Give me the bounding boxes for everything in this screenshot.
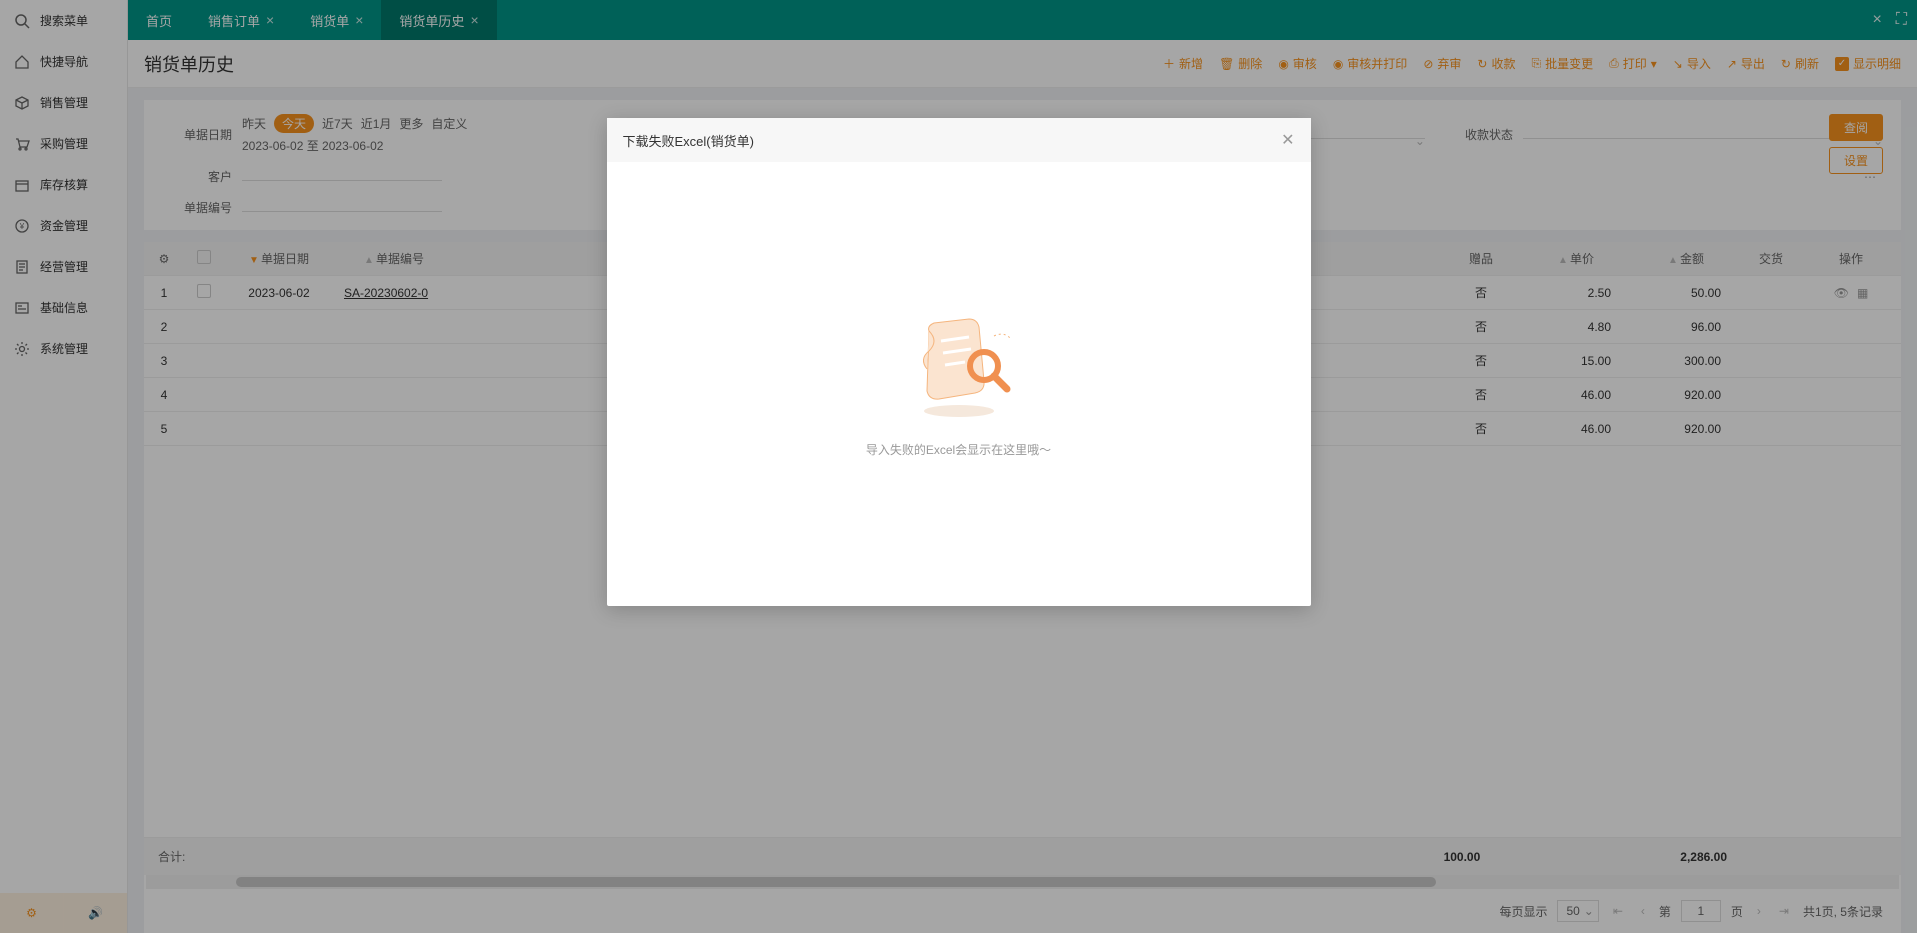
modal-header: 下载失败Excel(销货单) ✕ (607, 118, 1311, 162)
modal-empty-message: 导入失败的Excel会显示在这里哦～ (866, 441, 1051, 458)
modal-overlay[interactable]: 下载失败Excel(销货单) ✕ (0, 0, 1917, 933)
modal-body: 导入失败的Excel会显示在这里哦～ (607, 162, 1311, 606)
empty-illustration (899, 311, 1019, 421)
modal: 下载失败Excel(销货单) ✕ (607, 118, 1311, 606)
modal-title: 下载失败Excel(销货单) (623, 131, 754, 150)
modal-close-button[interactable]: ✕ (1281, 130, 1294, 150)
